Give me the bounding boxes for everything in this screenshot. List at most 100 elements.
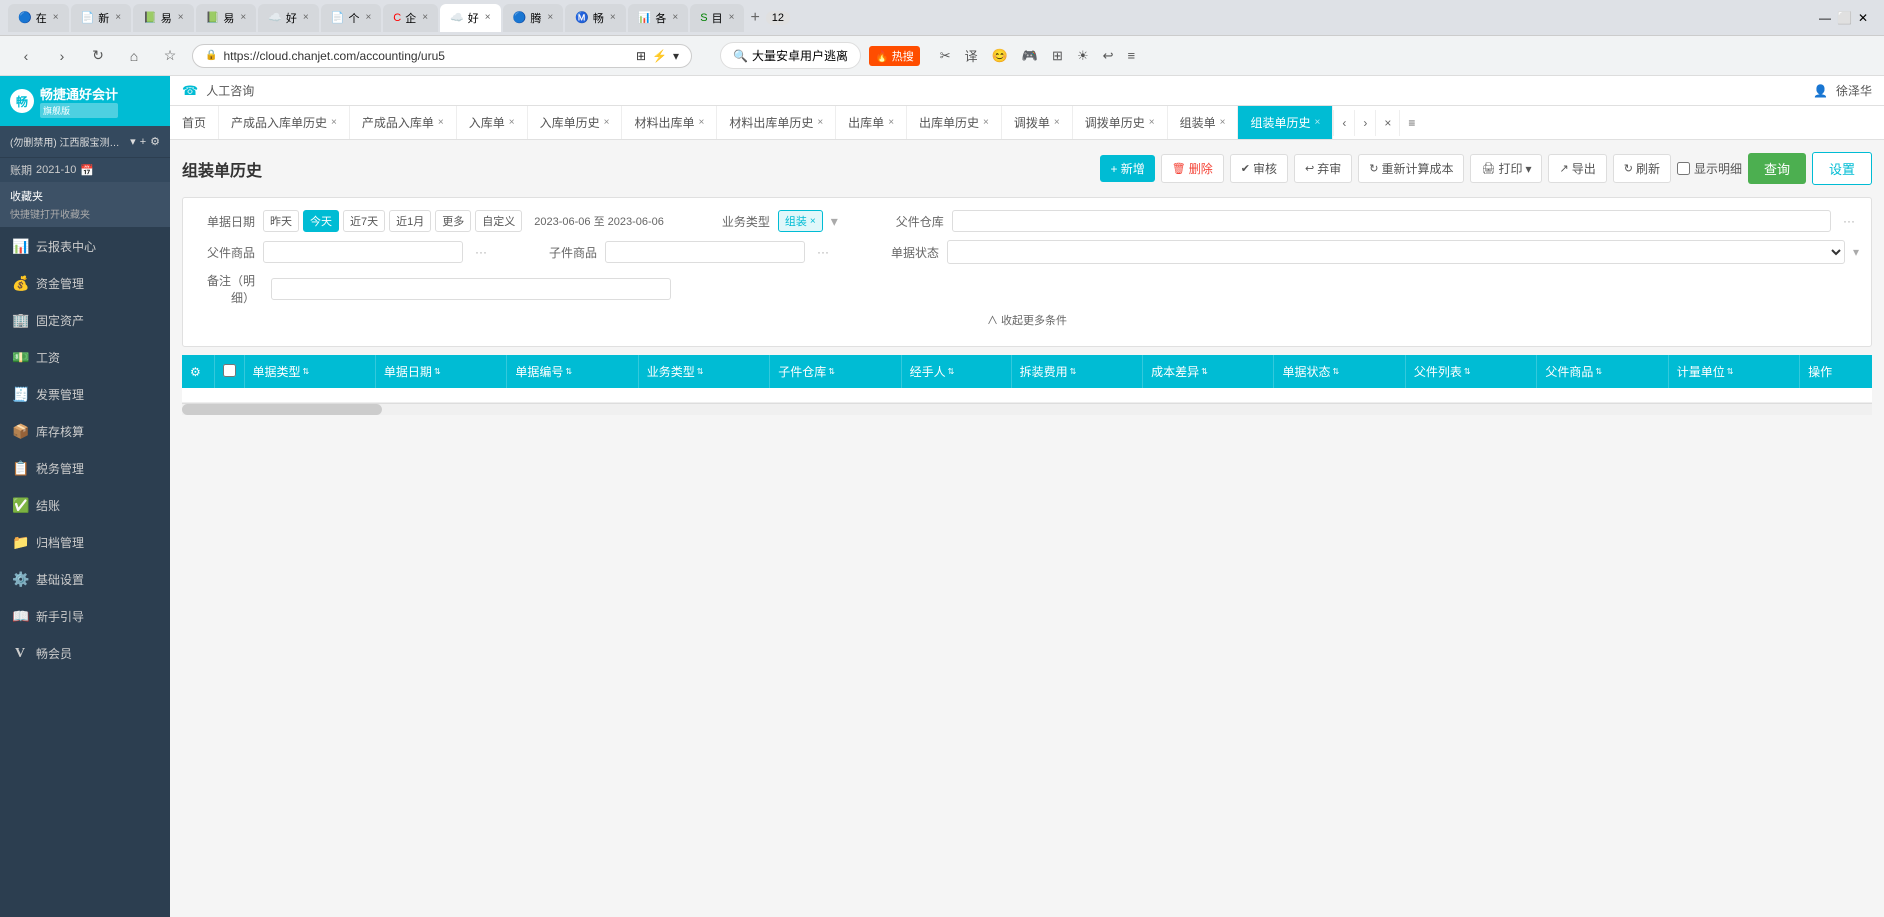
period-selector[interactable]: 账期 2021-10 📅 bbox=[0, 158, 170, 182]
browser-tab-3[interactable]: 📗易× bbox=[133, 4, 194, 32]
business-type-tag-close[interactable]: × bbox=[810, 216, 816, 227]
settings-button[interactable]: 设置 bbox=[1812, 152, 1872, 185]
sidebar-item-reports[interactable]: 📊 云报表中心 bbox=[0, 228, 170, 265]
close-button[interactable]: ✕ bbox=[1858, 11, 1868, 25]
tab-out[interactable]: 出库单 × bbox=[836, 106, 907, 139]
show-detail-checkbox[interactable] bbox=[1677, 162, 1690, 175]
parent-goods-more[interactable]: ··· bbox=[471, 245, 491, 259]
child-goods-more[interactable]: ··· bbox=[813, 245, 833, 259]
sun-icon[interactable]: ☀ bbox=[1073, 46, 1093, 66]
browser-tab-11[interactable]: 📊各× bbox=[628, 4, 689, 32]
more-btn[interactable]: 更多 bbox=[435, 210, 471, 232]
calendar-icon[interactable]: 📅 bbox=[80, 164, 94, 177]
col-order-type[interactable]: 单据类型⇅ bbox=[244, 355, 375, 388]
browser-tab-8[interactable]: ☁️好× bbox=[440, 4, 501, 32]
col-order-status[interactable]: 单据状态⇅ bbox=[1274, 355, 1405, 388]
tab-in-history[interactable]: 入库单历史 × bbox=[528, 106, 623, 139]
order-status-chevron[interactable]: ▾ bbox=[1853, 245, 1859, 259]
chevron-down-icon[interactable]: ▾ bbox=[673, 49, 679, 63]
undo-icon[interactable]: ↩ bbox=[1099, 46, 1118, 66]
tab-close-icon[interactable]: × bbox=[1149, 117, 1155, 128]
home-button[interactable]: ⌂ bbox=[120, 42, 148, 70]
child-goods-input[interactable] bbox=[605, 241, 805, 263]
abandon-button[interactable]: ↩ 弃审 bbox=[1294, 154, 1352, 183]
col-settings[interactable]: ⚙ bbox=[182, 355, 214, 388]
1month-btn[interactable]: 近1月 bbox=[389, 210, 431, 232]
grid-icon[interactable]: ⊞ bbox=[1048, 46, 1067, 66]
col-disassembly-fee[interactable]: 拆装费用⇅ bbox=[1011, 355, 1142, 388]
browser-tab-12[interactable]: S目× bbox=[690, 4, 744, 32]
tab-assembly[interactable]: 组装单 × bbox=[1168, 106, 1239, 139]
tab-product-in[interactable]: 产成品入库单 × bbox=[350, 106, 457, 139]
query-button[interactable]: 查询 bbox=[1748, 153, 1806, 184]
menu-icon[interactable]: ≡ bbox=[1124, 46, 1140, 65]
browser-tab-7[interactable]: C企× bbox=[383, 4, 438, 32]
sidebar-item-salary[interactable]: 💵 工资 bbox=[0, 339, 170, 376]
browser-tab-5[interactable]: ☁️好× bbox=[258, 4, 319, 32]
back-button[interactable]: ‹ bbox=[12, 42, 40, 70]
browser-tab-9[interactable]: 🔵腾× bbox=[503, 4, 564, 32]
sidebar-item-member[interactable]: V 畅会员 bbox=[0, 635, 170, 672]
col-cost-diff[interactable]: 成本差异⇅ bbox=[1143, 355, 1274, 388]
sidebar-item-inventory[interactable]: 📦 库存核算 bbox=[0, 413, 170, 450]
game-icon[interactable]: 🎮 bbox=[1018, 46, 1042, 66]
col-unit[interactable]: 计量单位⇅ bbox=[1668, 355, 1799, 388]
url-bar[interactable]: 🔒 https://cloud.chanjet.com/accounting/u… bbox=[192, 44, 692, 68]
browser-tab-1[interactable]: 🔵 在 × bbox=[8, 4, 69, 32]
sidebar-item-funds[interactable]: 💰 资金管理 bbox=[0, 265, 170, 302]
company-selector[interactable]: (勿删禁用) 江西服宝测试专用 ▾ + ⚙ bbox=[0, 126, 170, 158]
sidebar-item-tax[interactable]: 📋 税务管理 bbox=[0, 450, 170, 487]
browser-tab-2[interactable]: 📄新× bbox=[71, 4, 132, 32]
collapse-bar[interactable]: ∧ 收起更多条件 bbox=[195, 306, 1859, 334]
browser-tab-6[interactable]: 📄个× bbox=[321, 4, 382, 32]
7days-btn[interactable]: 近7天 bbox=[343, 210, 385, 232]
col-parent-goods[interactable]: 父件商品⇅ bbox=[1537, 355, 1668, 388]
parent-warehouse-more[interactable]: ··· bbox=[1839, 214, 1859, 228]
business-type-dropdown[interactable]: ▾ bbox=[831, 213, 838, 230]
tab-close-icon[interactable]: × bbox=[817, 117, 823, 128]
hot-search-button[interactable]: 🔥 热搜 bbox=[869, 46, 920, 66]
browser-tab-10[interactable]: Ⓜ️畅× bbox=[565, 4, 626, 32]
tab-close-icon[interactable]: × bbox=[438, 117, 444, 128]
tab-close-active-icon[interactable]: × bbox=[1314, 117, 1320, 128]
lightning-icon[interactable]: ⚡ bbox=[652, 49, 667, 63]
emoji-icon[interactable]: 😊 bbox=[988, 46, 1012, 66]
tab-home[interactable]: 首页 bbox=[170, 106, 219, 139]
apps-icon[interactable]: ⊞ bbox=[636, 49, 646, 63]
tab-close-icon[interactable]: × bbox=[1220, 117, 1226, 128]
customer-service[interactable]: 人工咨询 bbox=[206, 82, 254, 99]
settings-icon[interactable]: ⚙ bbox=[150, 135, 160, 148]
tab-close-icon[interactable]: × bbox=[888, 117, 894, 128]
print-button[interactable]: 🖨 打印 ▾ bbox=[1470, 154, 1542, 183]
service-icon[interactable]: ☎ bbox=[182, 83, 198, 99]
add-company-icon[interactable]: + bbox=[140, 136, 146, 148]
tab-close-icon[interactable]: × bbox=[698, 117, 704, 128]
translate-icon[interactable]: 译 bbox=[961, 44, 982, 67]
export-button[interactable]: ↗ 导出 bbox=[1548, 154, 1606, 183]
parent-warehouse-input[interactable] bbox=[952, 210, 1831, 232]
horizontal-scrollbar[interactable] bbox=[182, 403, 1872, 415]
bookmark-button[interactable]: ☆ bbox=[156, 42, 184, 70]
sidebar-item-settle[interactable]: ✅ 结账 bbox=[0, 487, 170, 524]
parent-goods-input[interactable] bbox=[263, 241, 463, 263]
maximize-button[interactable]: ⬜ bbox=[1837, 11, 1852, 25]
tab-close-icon[interactable]: × bbox=[1054, 117, 1060, 128]
tab-close-all-button[interactable]: × bbox=[1375, 110, 1399, 136]
col-handler[interactable]: 经手人⇅ bbox=[901, 355, 1011, 388]
order-status-select[interactable]: 已审核 未审核 bbox=[947, 240, 1845, 264]
show-detail-checkbox-area[interactable]: 显示明细 bbox=[1677, 160, 1742, 177]
print-dropdown-icon[interactable]: ▾ bbox=[1525, 162, 1531, 176]
tab-close-icon[interactable]: × bbox=[604, 117, 610, 128]
tab-in-order[interactable]: 入库单 × bbox=[457, 106, 528, 139]
yesterday-btn[interactable]: 昨天 bbox=[263, 210, 299, 232]
tab-close-icon[interactable]: × bbox=[983, 117, 989, 128]
audit-button[interactable]: ✔ 审核 bbox=[1230, 154, 1288, 183]
tab-close-icon[interactable]: × bbox=[509, 117, 515, 128]
browser-tab-4[interactable]: 📗易× bbox=[196, 4, 257, 32]
tab-assembly-history[interactable]: 组装单历史 × bbox=[1238, 106, 1333, 139]
tab-next-button[interactable]: › bbox=[1354, 110, 1375, 136]
col-checkbox[interactable] bbox=[214, 355, 244, 388]
custom-btn[interactable]: 自定义 bbox=[475, 210, 522, 232]
col-business-type[interactable]: 业务类型⇅ bbox=[638, 355, 769, 388]
col-order-no[interactable]: 单据编号⇅ bbox=[507, 355, 638, 388]
